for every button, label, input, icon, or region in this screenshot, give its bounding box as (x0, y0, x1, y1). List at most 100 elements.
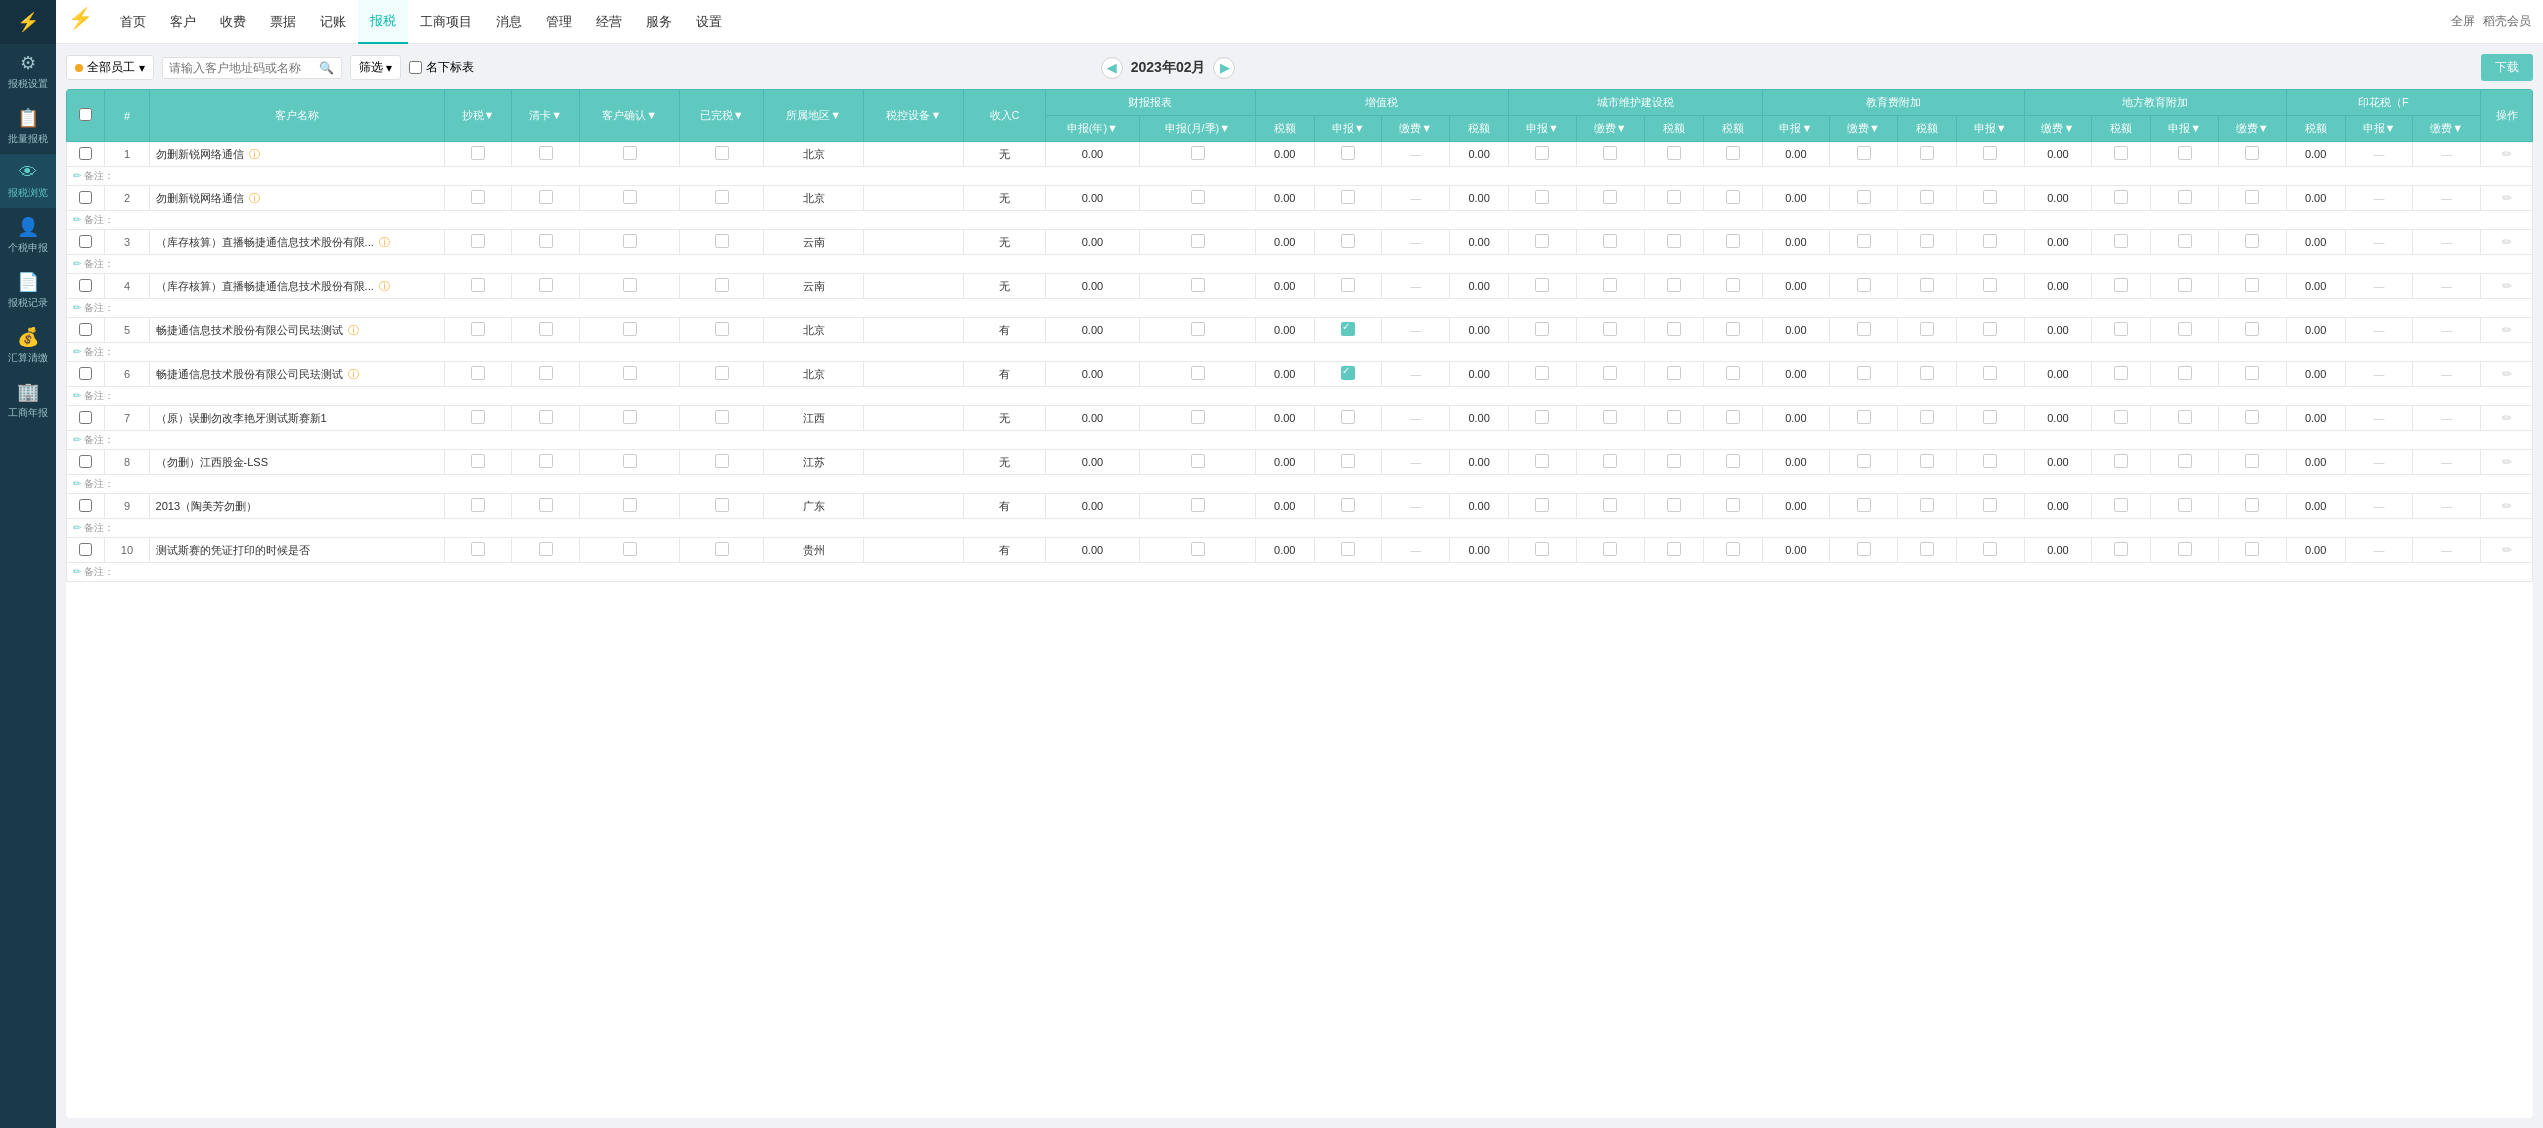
col-qingka-header[interactable]: 清卡▼ (512, 90, 580, 142)
kh_confirm-cell[interactable] (580, 406, 680, 431)
zz-shenbao-cell[interactable] (1314, 142, 1382, 167)
jy-cell-2[interactable] (1956, 362, 2024, 387)
download-button[interactable]: 下载 (2481, 54, 2533, 81)
jy-cell-1[interactable] (1897, 230, 1956, 255)
cs-cell-1[interactable] (1576, 230, 1644, 255)
col-chaoshui-header[interactable]: 抄税▼ (444, 90, 512, 142)
jy-cell-2[interactable] (1956, 406, 2024, 431)
qingka-cell[interactable] (512, 538, 580, 563)
sub-zz-jiaofei[interactable]: 缴费▼ (1382, 116, 1450, 142)
sub-zz-shenbao[interactable]: 申报▼ (1314, 116, 1382, 142)
sub-jy-jiaofei[interactable]: 缴费▼ (1830, 116, 1898, 142)
filter-button[interactable]: 筛选 ▾ (350, 55, 401, 80)
sidebar-item-baoshuijilu[interactable]: 📄 报税记录 (0, 263, 56, 318)
kh_confirm-cell[interactable] (580, 274, 680, 299)
chaoshui-cell[interactable] (444, 538, 512, 563)
qingka-cell[interactable] (512, 142, 580, 167)
yiwanshui-cell[interactable] (680, 494, 764, 519)
cs-cell-0[interactable] (1509, 186, 1577, 211)
op-cell[interactable]: ✏ (2481, 494, 2533, 519)
caibao-month-cell[interactable] (1140, 274, 1255, 299)
kh_confirm-cell[interactable] (580, 494, 680, 519)
yiwanshui-cell[interactable] (680, 230, 764, 255)
df-cell-1[interactable] (2151, 274, 2219, 299)
zz-shenbao-cell[interactable] (1314, 186, 1382, 211)
df-cell-0[interactable] (2092, 494, 2151, 519)
df-cell-0[interactable] (2092, 406, 2151, 431)
edit-icon[interactable]: ✏ (2502, 191, 2512, 205)
jy-cell-0[interactable] (1830, 274, 1898, 299)
jy-cell-0[interactable] (1830, 230, 1898, 255)
zz-shenbao-cell[interactable] (1314, 494, 1382, 519)
chaoshui-cell[interactable] (444, 362, 512, 387)
caibao-month-cell[interactable] (1140, 494, 1255, 519)
yh-cell-1[interactable]: — (2413, 406, 2481, 431)
yh-cell-0[interactable]: — (2345, 142, 2413, 167)
sub-yh-shenbao[interactable]: 申报▼ (2345, 116, 2413, 142)
yh-cell-1[interactable]: — (2413, 318, 2481, 343)
jy-cell-1[interactable] (1897, 538, 1956, 563)
cs-cell-0[interactable] (1509, 450, 1577, 475)
cs-cell-1[interactable] (1576, 494, 1644, 519)
col-yiwanshui-header[interactable]: 已完税▼ (680, 90, 764, 142)
zz-jiaofei-cell[interactable]: — (1382, 274, 1450, 299)
sub-jy-shenbao2[interactable]: 申报▼ (1956, 116, 2024, 142)
cs-cell-2[interactable] (1644, 142, 1703, 167)
kh_confirm-cell[interactable] (580, 230, 680, 255)
jy-cell-1[interactable] (1897, 406, 1956, 431)
jy-cell-0[interactable] (1830, 406, 1898, 431)
yh-cell-1[interactable]: — (2413, 538, 2481, 563)
vip-button[interactable]: 稻壳会员 (2483, 13, 2531, 30)
row-select[interactable] (67, 450, 105, 475)
zz-shenbao-cell[interactable] (1314, 318, 1382, 343)
row-select[interactable] (67, 274, 105, 299)
cs-cell-3[interactable] (1703, 186, 1762, 211)
fullscreen-button[interactable]: 全屏 (2451, 13, 2475, 30)
employee-filter-select[interactable]: 全部员工 ▾ (66, 55, 154, 80)
cs-cell-1[interactable] (1576, 274, 1644, 299)
nav-service[interactable]: 服务 (634, 0, 684, 44)
chaoshui-cell[interactable] (444, 494, 512, 519)
qingka-cell[interactable] (512, 362, 580, 387)
jy-cell-2[interactable] (1956, 494, 2024, 519)
df-cell-2[interactable] (2218, 274, 2286, 299)
jy-cell-1[interactable] (1897, 274, 1956, 299)
sidebar-item-baoshuishezhi[interactable]: ⚙ 报税设置 (0, 44, 56, 99)
row-select[interactable] (67, 362, 105, 387)
caibao-month-cell[interactable] (1140, 362, 1255, 387)
nav-business[interactable]: 工商项目 (408, 0, 484, 44)
yiwanshui-cell[interactable] (680, 274, 764, 299)
jy-cell-0[interactable] (1830, 450, 1898, 475)
op-cell[interactable]: ✏ (2481, 450, 2533, 475)
op-cell[interactable]: ✏ (2481, 186, 2533, 211)
cs-cell-3[interactable] (1703, 274, 1762, 299)
edit-icon[interactable]: ✏ (2502, 323, 2512, 337)
nav-invoice[interactable]: 票据 (258, 0, 308, 44)
zz-shenbao-cell[interactable] (1314, 274, 1382, 299)
cs-cell-2[interactable] (1644, 406, 1703, 431)
row-select[interactable] (67, 186, 105, 211)
cs-cell-2[interactable] (1644, 186, 1703, 211)
caibao-month-cell[interactable] (1140, 406, 1255, 431)
yh-cell-1[interactable]: — (2413, 494, 2481, 519)
yh-cell-0[interactable]: — (2345, 406, 2413, 431)
cs-cell-1[interactable] (1576, 450, 1644, 475)
jy-cell-1[interactable] (1897, 142, 1956, 167)
cs-cell-0[interactable] (1509, 362, 1577, 387)
qingka-cell[interactable] (512, 274, 580, 299)
zz-shenbao-cell[interactable] (1314, 406, 1382, 431)
nav-ledger[interactable]: 记账 (308, 0, 358, 44)
op-cell[interactable]: ✏ (2481, 230, 2533, 255)
cs-cell-2[interactable] (1644, 538, 1703, 563)
edit-icon[interactable]: ✏ (2502, 499, 2512, 513)
jy-cell-0[interactable] (1830, 362, 1898, 387)
jy-cell-0[interactable] (1830, 186, 1898, 211)
kh_confirm-cell[interactable] (580, 186, 680, 211)
yh-cell-0[interactable]: — (2345, 450, 2413, 475)
df-cell-2[interactable] (2218, 494, 2286, 519)
cs-cell-1[interactable] (1576, 538, 1644, 563)
yh-cell-0[interactable]: — (2345, 362, 2413, 387)
jy-cell-2[interactable] (1956, 186, 2024, 211)
cs-cell-3[interactable] (1703, 362, 1762, 387)
jy-cell-0[interactable] (1830, 538, 1898, 563)
